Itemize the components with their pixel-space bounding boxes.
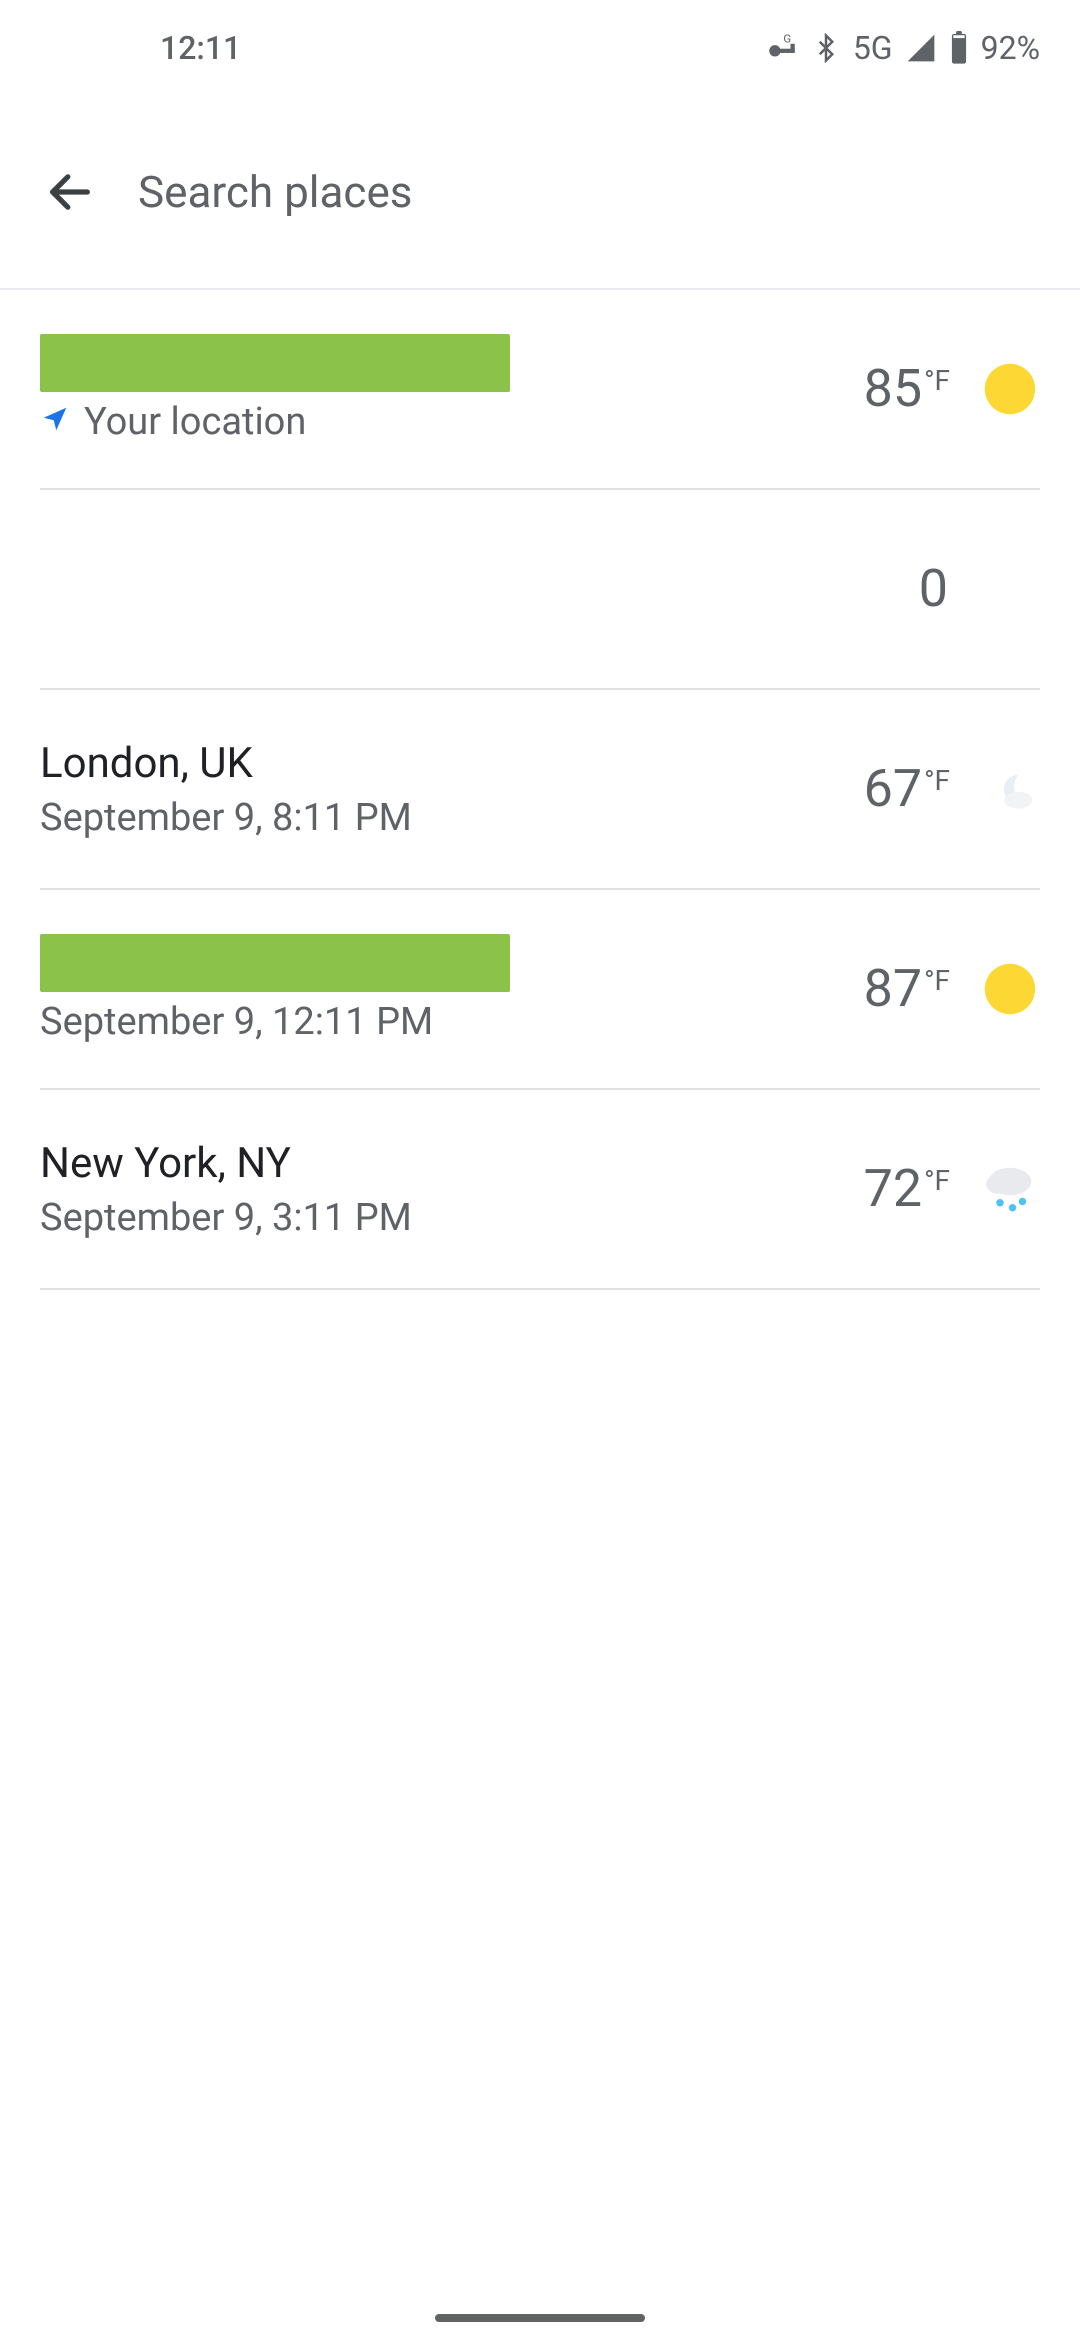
temp-value: 67°F [864, 763, 950, 815]
location-arrow-icon [40, 400, 70, 444]
battery-icon [949, 31, 969, 65]
redacted-place-name [40, 934, 510, 992]
temp-value: 87°F [864, 963, 950, 1015]
list-item[interactable]: 0 [40, 490, 1040, 690]
sunny-icon [980, 359, 1040, 419]
place-name: London, UK [40, 739, 412, 788]
current-location-text: Your location [84, 400, 306, 444]
status-bar: 12:11 G 5G 92% [0, 0, 1080, 95]
temp-value: 72°F [864, 1163, 950, 1215]
temp-value: 85°F [864, 363, 950, 415]
weather-icon [980, 559, 1040, 619]
places-list: Your location 85°F 0 London, UK S [0, 290, 1080, 1290]
place-subtitle: September 9, 8:11 PM [40, 796, 412, 840]
current-location-label: Your location [40, 400, 510, 444]
temp-value: 0 [919, 563, 950, 615]
place-subtitle: September 9, 3:11 PM [40, 1196, 412, 1240]
list-item-current-location[interactable]: Your location 85°F [40, 290, 1040, 490]
vpn-key-icon: G [765, 31, 799, 65]
back-button[interactable] [40, 162, 100, 222]
status-right: G 5G 92% [765, 29, 1040, 67]
app-bar: Search places [0, 95, 1080, 290]
list-item-london[interactable]: London, UK September 9, 8:11 PM 67°F [40, 690, 1040, 890]
sunny-icon [980, 959, 1040, 1019]
svg-text:G: G [783, 31, 791, 45]
rain-icon [980, 1159, 1040, 1219]
status-time: 12:11 [40, 29, 241, 67]
list-item-newyork[interactable]: New York, NY September 9, 3:11 PM 72°F [40, 1090, 1040, 1290]
arrow-left-icon [44, 166, 96, 218]
place-name: New York, NY [40, 1139, 412, 1188]
place-subtitle: September 9, 12:11 PM [40, 1000, 510, 1044]
search-input[interactable]: Search places [138, 166, 412, 218]
night-cloudy-icon [980, 759, 1040, 819]
signal-icon [905, 32, 937, 64]
navigation-handle[interactable] [435, 2314, 645, 2322]
battery-pct: 92% [981, 29, 1040, 67]
network-label: 5G [853, 29, 893, 67]
bluetooth-icon [811, 33, 841, 63]
list-item[interactable]: September 9, 12:11 PM 87°F [40, 890, 1040, 1090]
redacted-place-name [40, 334, 510, 392]
